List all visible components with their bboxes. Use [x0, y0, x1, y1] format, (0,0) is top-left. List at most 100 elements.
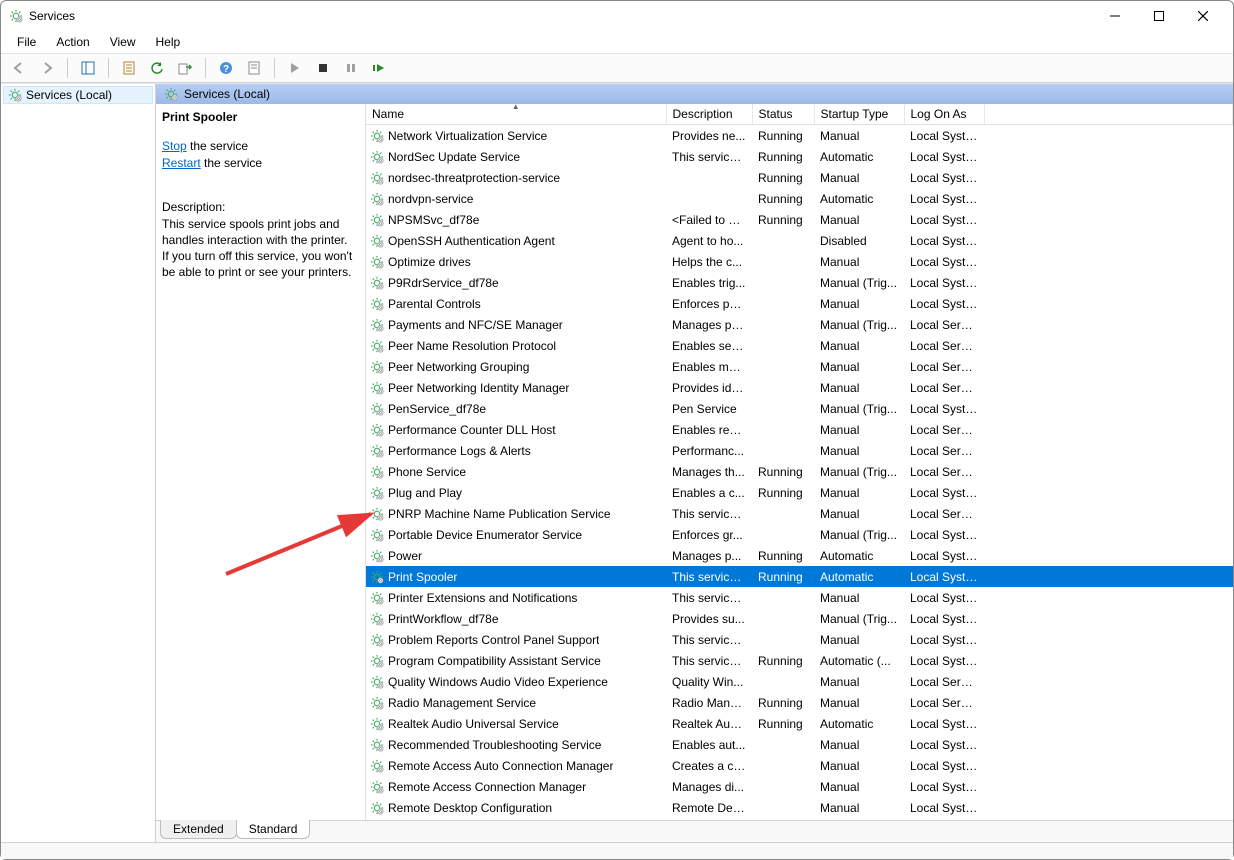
service-desc-cell: Allows user... [666, 818, 752, 820]
service-row[interactable]: OpenSSH Authentication AgentAgent to ho.… [366, 230, 1233, 251]
service-desc-cell: Performanc... [666, 440, 752, 461]
stop-link[interactable]: Stop [162, 139, 187, 153]
service-name-cell: Printer Extensions and Notifications [388, 591, 577, 605]
service-row[interactable]: nordsec-threatprotection-serviceRunningM… [366, 167, 1233, 188]
service-row[interactable]: Remote Access Connection ManagerManages … [366, 776, 1233, 797]
service-row[interactable]: PenService_df78ePen ServiceManual (Trig.… [366, 398, 1233, 419]
tab-extended[interactable]: Extended [160, 820, 237, 839]
close-button[interactable] [1181, 1, 1225, 31]
service-row[interactable]: Plug and PlayEnables a c...RunningManual… [366, 482, 1233, 503]
description-text: This service spools print jobs and handl… [162, 216, 355, 281]
service-row[interactable]: Portable Device Enumerator ServiceEnforc… [366, 524, 1233, 545]
tab-standard[interactable]: Standard [236, 820, 311, 839]
service-row[interactable]: Peer Networking GroupingEnables mul...Ma… [366, 356, 1233, 377]
service-row[interactable]: Problem Reports Control Panel SupportThi… [366, 629, 1233, 650]
pause-service-button[interactable] [339, 56, 363, 80]
service-row[interactable]: Remote Desktop ConfigurationRemote Des..… [366, 797, 1233, 818]
service-desc-cell: This service ... [666, 650, 752, 671]
title-bar[interactable]: Services [1, 1, 1233, 31]
service-row[interactable]: Phone ServiceManages th...RunningManual … [366, 461, 1233, 482]
service-row[interactable]: NordSec Update ServiceThis service ...Ru… [366, 146, 1233, 167]
maximize-button[interactable] [1137, 1, 1181, 31]
service-logon-cell: Local Syste... [904, 629, 984, 650]
properties-icon [122, 61, 136, 75]
service-logon-cell: Local Service [904, 503, 984, 524]
service-row[interactable]: PrintWorkflow_df78eProvides su...Manual … [366, 608, 1233, 629]
col-description[interactable]: Description [666, 104, 752, 125]
service-status-cell [752, 671, 814, 692]
service-row[interactable]: Realtek Audio Universal ServiceRealtek A… [366, 713, 1233, 734]
service-row[interactable]: Remote Desktop ServicesAllows user...Man… [366, 818, 1233, 820]
service-row[interactable]: Optimize drivesHelps the c...ManualLocal… [366, 251, 1233, 272]
menu-view[interactable]: View [100, 33, 146, 51]
service-status-cell: Running [752, 566, 814, 587]
service-row[interactable]: Performance Counter DLL HostEnables rem.… [366, 419, 1233, 440]
col-name[interactable]: Name▲ [366, 104, 666, 125]
service-logon-cell: Local Syste... [904, 209, 984, 230]
menu-action[interactable]: Action [46, 33, 99, 51]
service-row[interactable]: Quality Windows Audio Video ExperienceQu… [366, 671, 1233, 692]
service-row[interactable]: Recommended Troubleshooting ServiceEnabl… [366, 734, 1233, 755]
service-row[interactable]: Remote Access Auto Connection ManagerCre… [366, 755, 1233, 776]
service-logon-cell: Local Service [904, 692, 984, 713]
col-startup[interactable]: Startup Type [814, 104, 904, 125]
service-row[interactable]: NPSMSvc_df78e<Failed to R...RunningManua… [366, 209, 1233, 230]
help-button[interactable]: ? [214, 56, 238, 80]
start-service-button[interactable] [283, 56, 307, 80]
gear-icon [370, 360, 384, 374]
service-row[interactable]: Printer Extensions and NotificationsThis… [366, 587, 1233, 608]
service-row[interactable]: Radio Management ServiceRadio Mana...Run… [366, 692, 1233, 713]
menu-help[interactable]: Help [146, 33, 191, 51]
service-logon-cell: Local Syste... [904, 650, 984, 671]
restart-link[interactable]: Restart [162, 156, 201, 170]
service-status-cell: Running [752, 482, 814, 503]
service-row[interactable]: Program Compatibility Assistant ServiceT… [366, 650, 1233, 671]
properties2-button[interactable] [242, 56, 266, 80]
gear-icon [370, 234, 384, 248]
show-hide-tree-button[interactable] [76, 56, 100, 80]
refresh-icon [150, 61, 164, 75]
tree-root-item[interactable]: Services (Local) [3, 86, 153, 104]
service-row[interactable]: Performance Logs & AlertsPerformanc...Ma… [366, 440, 1233, 461]
properties-button[interactable] [117, 56, 141, 80]
service-status-cell: Running [752, 713, 814, 734]
service-name-cell: Performance Logs & Alerts [388, 444, 531, 458]
service-desc-cell: Manages th... [666, 461, 752, 482]
gear-icon [370, 444, 384, 458]
col-status[interactable]: Status [752, 104, 814, 125]
restart-service-button[interactable] [367, 56, 391, 80]
service-row[interactable]: nordvpn-serviceRunningAutomaticLocal Sys… [366, 188, 1233, 209]
console-tree[interactable]: Services (Local) [1, 84, 156, 842]
service-row[interactable]: Peer Name Resolution ProtocolEnables ser… [366, 335, 1233, 356]
service-row[interactable]: Network Virtualization ServiceProvides n… [366, 125, 1233, 147]
arrow-right-icon [40, 61, 54, 75]
service-row[interactable]: Peer Networking Identity ManagerProvides… [366, 377, 1233, 398]
refresh-button[interactable] [145, 56, 169, 80]
service-status-cell [752, 251, 814, 272]
export-button[interactable] [173, 56, 197, 80]
service-row[interactable]: Parental ControlsEnforces pa...ManualLoc… [366, 293, 1233, 314]
service-name-cell: Peer Name Resolution Protocol [388, 339, 556, 353]
menu-file[interactable]: File [7, 33, 46, 51]
col-logon[interactable]: Log On As [904, 104, 984, 125]
stop-service-button[interactable] [311, 56, 335, 80]
service-desc-cell: Realtek Aud... [666, 713, 752, 734]
service-row[interactable]: Payments and NFC/SE ManagerManages pa...… [366, 314, 1233, 335]
service-desc-cell: This service ... [666, 503, 752, 524]
back-button[interactable] [7, 56, 31, 80]
service-status-cell [752, 608, 814, 629]
service-startup-cell: Automatic [814, 188, 904, 209]
col-filler [984, 104, 1233, 125]
service-desc-cell: Enforces gr... [666, 524, 752, 545]
forward-button[interactable] [35, 56, 59, 80]
gear-icon [370, 423, 384, 437]
service-desc-cell: Enables aut... [666, 734, 752, 755]
service-desc-cell: Provides su... [666, 608, 752, 629]
service-row[interactable]: PNRP Machine Name Publication ServiceThi… [366, 503, 1233, 524]
list-scroll-area[interactable]: Name▲ Description Status Startup Type Lo… [366, 104, 1233, 820]
service-logon-cell: Local Syste... [904, 545, 984, 566]
service-row[interactable]: P9RdrService_df78eEnables trig...Manual … [366, 272, 1233, 293]
service-row[interactable]: Print SpoolerThis service ...RunningAuto… [366, 566, 1233, 587]
service-row[interactable]: PowerManages p...RunningAutomaticLocal S… [366, 545, 1233, 566]
minimize-button[interactable] [1093, 1, 1137, 31]
